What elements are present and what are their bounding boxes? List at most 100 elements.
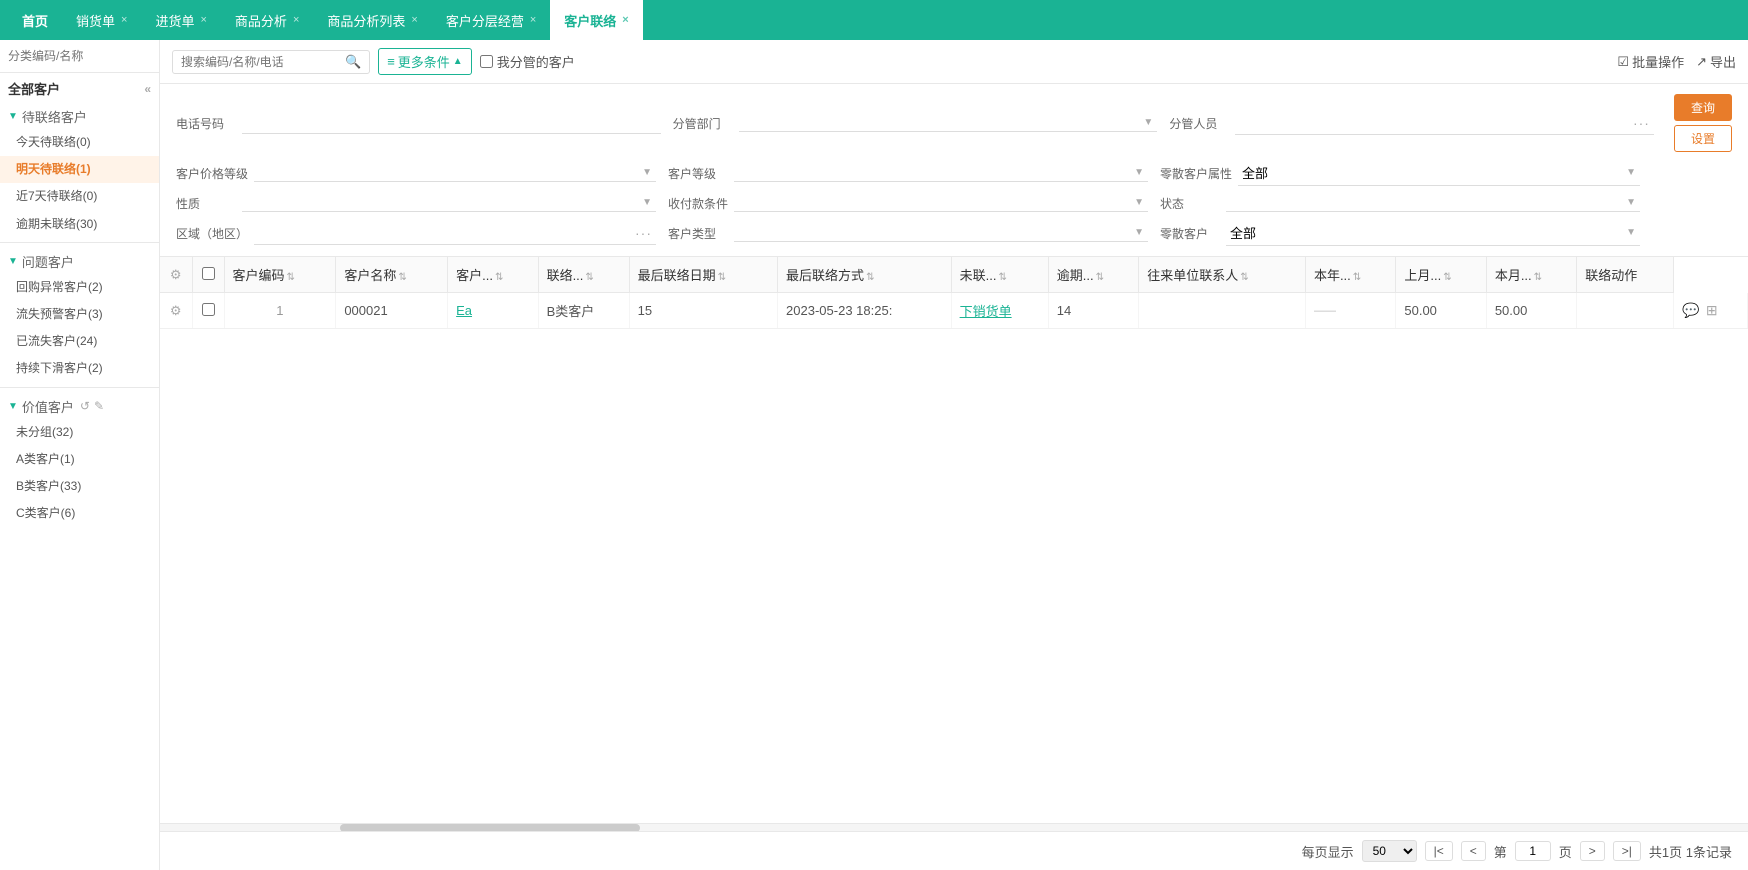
filter-retail-select[interactable]: 全部 ▼ [1226, 220, 1640, 246]
close-icon[interactable]: × [121, 14, 127, 26]
first-page-button[interactable]: |< [1425, 841, 1453, 861]
chevron-down-icon: ▼ [1134, 167, 1144, 178]
table-area: ⚙ 客户编码⇅ 客户名称⇅ 客户...⇅ 联络...⇅ 最后联络日期⇅ 最后联络… [160, 257, 1748, 823]
sidebar-item-tomorrow[interactable]: 明天待联络(1) [0, 156, 159, 183]
last-method-link[interactable]: 下销货单 [960, 304, 1012, 319]
close-icon[interactable]: × [411, 14, 417, 26]
sort-icon[interactable]: ⇅ [1096, 272, 1104, 283]
th-overdue: 逾期...⇅ [1048, 257, 1138, 293]
per-page-select[interactable]: 50 100 200 [1362, 840, 1417, 862]
sidebar-item-ungrouped[interactable]: 未分组(32) [0, 419, 159, 446]
filter-button[interactable]: ≡ 更多条件 ▲ [378, 48, 472, 75]
sort-icon[interactable]: ⇅ [398, 272, 406, 283]
close-icon[interactable]: × [530, 14, 536, 26]
sidebar-item-7days[interactable]: 近7天待联络(0) [0, 183, 159, 210]
arrow-icon: ▼ [8, 256, 18, 267]
sidebar-item-today[interactable]: 今天待联络(0) [0, 129, 159, 156]
filter-customer-type-select[interactable]: ▼ [734, 224, 1148, 242]
sidebar-all-customers[interactable]: 全部客户 « [0, 73, 159, 102]
th-checkbox[interactable] [192, 257, 224, 293]
toolbar: 🔍 ≡ 更多条件 ▲ 我分管的客户 ☑ 批量操作 ↗ 导出 [160, 40, 1748, 84]
filter-payment-select[interactable]: ▼ [734, 194, 1148, 212]
filter-dept: 分管部门 ▼ [673, 114, 1158, 132]
sidebar-item-declining[interactable]: 持续下滑客户(2) [0, 355, 159, 382]
sort-icon[interactable]: ⇅ [585, 272, 593, 283]
sidebar-search-input[interactable] [8, 49, 160, 63]
chevron-down-icon: ▼ [1134, 227, 1144, 238]
prev-page-button[interactable]: < [1461, 841, 1486, 861]
close-icon[interactable]: × [293, 14, 299, 26]
nav-product-analysis-list[interactable]: 商品分析列表 × [313, 0, 431, 40]
sort-icon[interactable]: ⇅ [866, 272, 874, 283]
filter-price-level-select[interactable]: ▼ [254, 164, 656, 182]
page-input[interactable] [1515, 841, 1551, 861]
nav-product-analysis[interactable]: 商品分析 × [221, 0, 313, 40]
td-checkbox[interactable] [192, 293, 224, 329]
sidebar-item-overdue[interactable]: 逾期未联络(30) [0, 211, 159, 238]
nav-customer-contact[interactable]: 客户联络 × [550, 0, 642, 40]
batch-operation-button[interactable]: ☑ 批量操作 [1617, 52, 1684, 71]
customer-name-link[interactable]: Ea [456, 303, 472, 318]
filter-nature-select[interactable]: ▼ [242, 194, 656, 212]
sort-icon[interactable]: ⇅ [1240, 272, 1248, 283]
filter-customer-type: 客户类型 ▼ [668, 224, 1148, 242]
page-label: 第 [1494, 842, 1507, 861]
settings-button[interactable]: 设置 [1674, 125, 1732, 152]
next-page-button[interactable]: > [1580, 841, 1605, 861]
sort-icon[interactable]: ⇅ [718, 272, 726, 283]
sort-icon[interactable]: ⇅ [1353, 272, 1361, 283]
sidebar-item-repurchase[interactable]: 回购异常客户(2) [0, 274, 159, 301]
nav-customer-tier[interactable]: 客户分层经营 × [432, 0, 550, 40]
chevron-down-icon: ▼ [1626, 227, 1636, 238]
filter-region-dots[interactable]: ··· [635, 225, 652, 241]
page-unit: 页 [1559, 842, 1572, 861]
filter-status-select[interactable]: ▼ [1226, 194, 1640, 212]
td-overdue [1139, 293, 1306, 329]
td-last-method[interactable]: 下销货单 [951, 293, 1048, 329]
filter-manager-dots[interactable]: ··· [1633, 115, 1650, 131]
horizontal-scrollbar[interactable] [160, 823, 1748, 831]
sort-icon[interactable]: ⇅ [998, 272, 1006, 283]
sidebar-item-churned[interactable]: 已流失客户(24) [0, 328, 159, 355]
sort-icon[interactable]: ⇅ [287, 272, 295, 283]
action-grid-icon[interactable]: ⊞ [1706, 302, 1718, 319]
row-checkbox[interactable] [202, 303, 215, 316]
search-input[interactable] [181, 55, 341, 69]
th-gear[interactable]: ⚙ [160, 257, 192, 293]
sidebar-item-class-a[interactable]: A类客户(1) [0, 446, 159, 473]
select-all-checkbox[interactable] [202, 267, 215, 280]
sidebar-group-pending[interactable]: ▼ 待联络客户 [0, 102, 159, 129]
close-icon[interactable]: × [200, 14, 206, 26]
th-last-method: 最后联络方式⇅ [778, 257, 952, 293]
filter-dept-select[interactable]: ▼ [739, 114, 1158, 132]
my-customers-checkbox-input[interactable] [480, 55, 493, 68]
refresh-icon[interactable]: ↺ [80, 399, 90, 413]
sidebar-group-problem[interactable]: ▼ 问题客户 [0, 247, 159, 274]
filter-phone-input[interactable] [242, 113, 661, 134]
filter-retail-attr-select[interactable]: 全部 ▼ [1238, 160, 1640, 186]
td-gear[interactable]: ⚙ [160, 293, 192, 329]
td-name[interactable]: Ea [448, 293, 538, 329]
query-button[interactable]: 查询 [1674, 94, 1732, 121]
filter-status: 状态 ▼ [1160, 194, 1640, 212]
my-customers-checkbox[interactable]: 我分管的客户 [480, 52, 575, 71]
sidebar-item-churn-warning[interactable]: 流失预警客户(3) [0, 301, 159, 328]
export-button[interactable]: ↗ 导出 [1696, 52, 1736, 71]
filter-customer-level-select[interactable]: ▼ [734, 164, 1148, 182]
sidebar-group-value[interactable]: ▼ 价值客户 ↺ ✎ [0, 392, 159, 419]
sort-icon[interactable]: ⇅ [1534, 272, 1542, 283]
sort-icon[interactable]: ⇅ [1443, 272, 1451, 283]
nav-purchase-order[interactable]: 进货单 × [141, 0, 220, 40]
edit-icon[interactable]: ✎ [94, 399, 104, 413]
search-icon[interactable]: 🔍 [345, 54, 361, 70]
sort-icon[interactable]: ⇅ [495, 272, 503, 283]
action-comment-icon[interactable]: 💬 [1682, 302, 1699, 319]
td-num: 1 [224, 293, 336, 329]
nav-sales-order[interactable]: 销货单 × [62, 0, 141, 40]
nav-home[interactable]: 首页 [8, 0, 62, 40]
last-page-button[interactable]: >| [1613, 841, 1641, 861]
close-icon[interactable]: × [622, 14, 628, 26]
td-contact-person: —— [1305, 293, 1395, 329]
sidebar-item-class-c[interactable]: C类客户(6) [0, 500, 159, 527]
sidebar-item-class-b[interactable]: B类客户(33) [0, 473, 159, 500]
